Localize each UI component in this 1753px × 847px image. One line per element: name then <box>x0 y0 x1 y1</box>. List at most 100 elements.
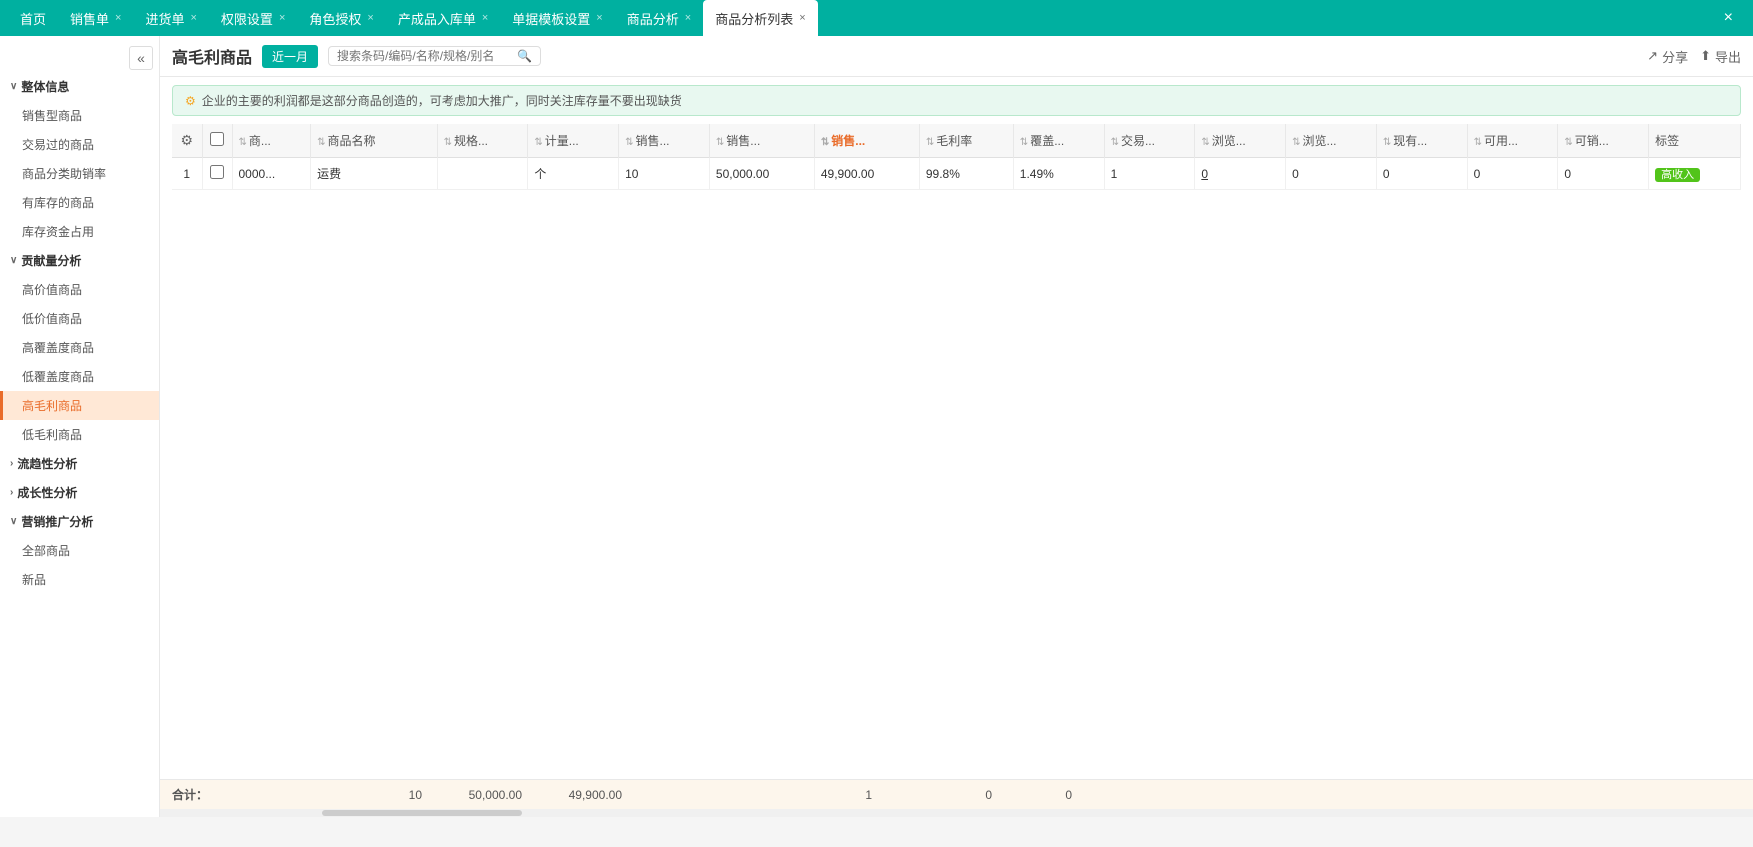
goods-table: ⚙ ⇅商... ⇅商品名称 ⇅规格... ⇅计量... ⇅销售... ⇅销售..… <box>172 124 1741 190</box>
main-container: « ∨ 整体信息 销售型商品 交易过的商品 商品分类助销率 有库存的商品 库存资… <box>0 36 1753 817</box>
sidebar-item-high-coverage[interactable]: 高覆盖度商品 <box>0 333 159 362</box>
footer-transactions: 1 <box>628 788 878 802</box>
nav-sales[interactable]: 销售单 × <box>58 0 133 36</box>
sidebar-item-sales-goods[interactable]: 销售型商品 <box>0 101 159 130</box>
contribution-arrow-icon: ∨ <box>10 255 17 266</box>
sort-available-stock-icon[interactable]: ⇅ <box>1474 137 1482 148</box>
marketing-arrow-icon: ∨ <box>10 516 17 527</box>
table-row: 1 0000... 运费 个 10 50,000.00 49,900.00 99… <box>172 158 1741 190</box>
row-tag: 高收入 <box>1649 158 1741 190</box>
footer-total-label: 合计： <box>172 786 208 803</box>
col-unit: ⇅计量... <box>528 124 619 158</box>
share-icon: ↗ <box>1647 48 1658 64</box>
col-current-stock: ⇅现有... <box>1376 124 1467 158</box>
col-sales-qty: ⇅销售... <box>619 124 710 158</box>
close-roles-tab[interactable]: × <box>367 12 373 24</box>
info-bar: ⚙ 企业的主要的利润都是这部分商品创造的，可考虑加大推广，同时关注库存量不要出现… <box>172 85 1741 116</box>
sidebar-item-all-goods[interactable]: 全部商品 <box>0 536 159 565</box>
row-browse2: 0 <box>1286 158 1377 190</box>
horizontal-scrollbar[interactable] <box>160 809 1753 817</box>
sort-code-icon[interactable]: ⇅ <box>239 137 247 148</box>
page-title: 高毛利商品 <box>172 44 252 68</box>
sidebar-item-high-value[interactable]: 高价值商品 <box>0 275 159 304</box>
sort-name-icon[interactable]: ⇅ <box>317 137 325 148</box>
search-icon[interactable]: 🔍 <box>517 49 532 63</box>
nav-purchase[interactable]: 进货单 × <box>133 0 208 36</box>
col-spec: ⇅规格... <box>437 124 528 158</box>
row-sellable-stock: 0 <box>1558 158 1649 190</box>
sidebar-collapse-btn[interactable]: « <box>129 46 153 70</box>
search-container: 🔍 <box>328 46 541 66</box>
close-all-tabs[interactable]: × <box>1712 9 1745 27</box>
col-gross-rate: ⇅毛利率 <box>919 124 1013 158</box>
sidebar-item-low-margin[interactable]: 低毛利商品 <box>0 420 159 449</box>
sort-sellable-stock-icon[interactable]: ⇅ <box>1564 137 1572 148</box>
row-gross-rate: 99.8% <box>919 158 1013 190</box>
nav-template[interactable]: 单据模板设置 × <box>500 0 614 36</box>
close-analysis-list-tab[interactable]: × <box>799 12 805 24</box>
sidebar-section-growth[interactable]: › 成长性分析 <box>0 478 159 507</box>
browse1-link[interactable]: 0 <box>1201 167 1208 181</box>
sidebar-item-category-rate[interactable]: 商品分类助销率 <box>0 159 159 188</box>
sort-transactions-icon[interactable]: ⇅ <box>1111 137 1119 148</box>
sidebar-section-trend[interactable]: › 流趋性分析 <box>0 449 159 478</box>
sidebar-item-stocked-goods[interactable]: 有库存的商品 <box>0 188 159 217</box>
sidebar-item-low-coverage[interactable]: 低覆盖度商品 <box>0 362 159 391</box>
close-template-tab[interactable]: × <box>596 12 602 24</box>
sort-gross-rate-icon[interactable]: ⇅ <box>926 137 934 148</box>
sort-sales-qty-icon[interactable]: ⇅ <box>625 137 633 148</box>
sort-spec-icon[interactable]: ⇅ <box>444 137 452 148</box>
sidebar-item-traded-goods[interactable]: 交易过的商品 <box>0 130 159 159</box>
sort-browse2-icon[interactable]: ⇅ <box>1292 137 1300 148</box>
export-btn[interactable]: ⬆ 导出 <box>1700 47 1741 66</box>
search-input[interactable] <box>337 49 517 63</box>
nav-roles[interactable]: 角色授权 × <box>297 0 385 36</box>
filter-recent-month-btn[interactable]: 近一月 <box>262 45 318 68</box>
sort-browse1-icon[interactable]: ⇅ <box>1201 137 1209 148</box>
header-actions: ↗ 分享 ⬆ 导出 <box>1647 47 1741 66</box>
sort-unit-icon[interactable]: ⇅ <box>534 137 542 148</box>
sidebar-item-stock-capital[interactable]: 库存资金占用 <box>0 217 159 246</box>
sidebar-section-marketing[interactable]: ∨ 营销推广分析 <box>0 507 159 536</box>
row-select-checkbox[interactable] <box>210 165 224 179</box>
sort-sales-profit-icon[interactable]: ⇅ <box>821 137 829 148</box>
sort-coverage-icon[interactable]: ⇅ <box>1020 137 1028 148</box>
info-text: 企业的主要的利润都是这部分商品创造的，可考虑加大推广，同时关注库存量不要出现缺货 <box>202 92 682 109</box>
close-purchase-tab[interactable]: × <box>190 12 196 24</box>
col-code: ⇅商... <box>232 124 311 158</box>
row-browse1[interactable]: 0 <box>1195 158 1286 190</box>
sidebar-section-contribution[interactable]: ∨ 贡献量分析 <box>0 246 159 275</box>
nav-analysis-list[interactable]: 商品分析列表 × <box>703 0 817 36</box>
col-sales-profit: ⇅销售... <box>814 124 919 158</box>
footer-current-stock: 0 <box>878 788 998 802</box>
row-name: 运费 <box>311 158 438 190</box>
column-settings-icon[interactable]: ⚙ <box>180 132 193 148</box>
nav-product-in[interactable]: 产成品入库单 × <box>386 0 500 36</box>
col-name: ⇅商品名称 <box>311 124 438 158</box>
table-container: ⚙ ⇅商... ⇅商品名称 ⇅规格... ⇅计量... ⇅销售... ⇅销售..… <box>160 124 1753 779</box>
close-permissions-tab[interactable]: × <box>279 12 285 24</box>
share-btn[interactable]: ↗ 分享 <box>1647 47 1688 66</box>
close-sales-tab[interactable]: × <box>115 12 121 24</box>
sort-current-stock-icon[interactable]: ⇅ <box>1383 137 1391 148</box>
sidebar-item-new-goods[interactable]: 新品 <box>0 565 159 594</box>
nav-permissions[interactable]: 权限设置 × <box>209 0 297 36</box>
select-all-checkbox[interactable] <box>210 132 224 146</box>
sidebar-section-overview[interactable]: ∨ 整体信息 <box>0 72 159 101</box>
col-sales-amount: ⇅销售... <box>709 124 814 158</box>
row-checkbox[interactable] <box>202 158 232 190</box>
nav-product-analysis[interactable]: 商品分析 × <box>615 0 703 36</box>
overview-arrow-icon: ∨ <box>10 81 17 92</box>
footer-sales-amount: 50,000.00 <box>428 788 528 802</box>
col-sellable-stock: ⇅可销... <box>1558 124 1649 158</box>
close-product-in-tab[interactable]: × <box>482 12 488 24</box>
scrollbar-thumb[interactable] <box>322 810 522 816</box>
nav-home[interactable]: 首页 <box>8 0 58 36</box>
row-sales-amount: 50,000.00 <box>709 158 814 190</box>
sort-sales-amount-icon[interactable]: ⇅ <box>716 137 724 148</box>
top-navigation: 首页 销售单 × 进货单 × 权限设置 × 角色授权 × 产成品入库单 × 单据… <box>0 0 1753 36</box>
sidebar-item-low-value[interactable]: 低价值商品 <box>0 304 159 333</box>
close-analysis-tab[interactable]: × <box>685 12 691 24</box>
sidebar-item-high-margin[interactable]: 高毛利商品 <box>0 391 159 420</box>
footer-cells: 10 50,000.00 49,900.00 1 0 0 <box>228 788 1741 802</box>
